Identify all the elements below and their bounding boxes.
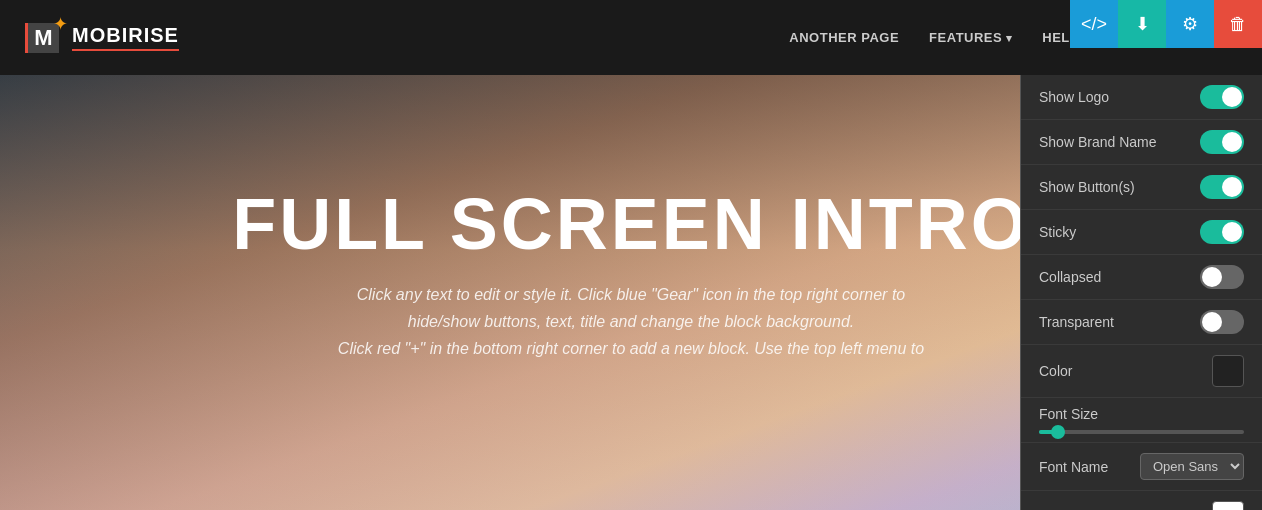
- show-buttons-label: Show Button(s): [1039, 179, 1135, 195]
- color-label: Color: [1039, 363, 1072, 379]
- font-name-select[interactable]: Open Sans Roboto Lato: [1140, 453, 1244, 480]
- logo-sun-icon: ✦: [53, 13, 68, 35]
- hero-subtitle-line1[interactable]: Click any text to edit or style it. Clic…: [357, 286, 905, 303]
- settings-sticky-row: Sticky: [1021, 210, 1262, 255]
- font-name-label: Font Name: [1039, 459, 1108, 475]
- settings-font-size-row: Font Size: [1021, 398, 1262, 443]
- collapsed-toggle-knob: [1202, 267, 1222, 287]
- download-icon: ⬇: [1135, 13, 1150, 35]
- sticky-toggle[interactable]: [1200, 220, 1244, 244]
- download-button[interactable]: ⬇: [1118, 0, 1166, 48]
- settings-show-logo-row: Show Logo: [1021, 75, 1262, 120]
- settings-panel: Show Logo Show Brand Name Show Button(s)…: [1020, 75, 1262, 510]
- color-swatch[interactable]: [1212, 355, 1244, 387]
- show-brand-label: Show Brand Name: [1039, 134, 1157, 150]
- show-logo-toggle-knob: [1222, 87, 1242, 107]
- settings-color-row: Color: [1021, 345, 1262, 398]
- logo-box: M ✦: [20, 13, 64, 63]
- toolbar: </> ⬇ ⚙ 🗑: [1070, 0, 1262, 48]
- show-logo-toggle[interactable]: [1200, 85, 1244, 109]
- font-size-thumb[interactable]: [1051, 425, 1065, 439]
- font-size-track[interactable]: [1039, 430, 1244, 434]
- brand[interactable]: M ✦ MOBIRISE: [20, 13, 179, 63]
- transparent-label: Transparent: [1039, 314, 1114, 330]
- hero-subtitle-line2[interactable]: hide/show buttons, text, title and chang…: [408, 313, 855, 330]
- settings-show-brand-row: Show Brand Name: [1021, 120, 1262, 165]
- collapsed-toggle[interactable]: [1200, 265, 1244, 289]
- brand-name: MOBIRISE: [72, 24, 179, 51]
- settings-font-name-row: Font Name Open Sans Roboto Lato: [1021, 443, 1262, 491]
- hero-title[interactable]: FULL SCREEN INTRO: [232, 183, 1030, 265]
- hero-subtitle-line3[interactable]: Click red "+" in the bottom right corner…: [338, 340, 924, 357]
- nav-features[interactable]: FEATURES: [929, 30, 1012, 45]
- delete-button[interactable]: 🗑: [1214, 0, 1262, 48]
- delete-icon: 🗑: [1229, 14, 1247, 35]
- code-button[interactable]: </>: [1070, 0, 1118, 48]
- nav-another-page[interactable]: ANOTHER PAGE: [789, 30, 899, 45]
- settings-transparent-row: Transparent: [1021, 300, 1262, 345]
- settings-font-color-row: Font Color: [1021, 491, 1262, 510]
- transparent-toggle-knob: [1202, 312, 1222, 332]
- show-buttons-toggle-knob: [1222, 177, 1242, 197]
- font-size-label: Font Size: [1039, 406, 1244, 422]
- settings-show-buttons-row: Show Button(s): [1021, 165, 1262, 210]
- transparent-toggle[interactable]: [1200, 310, 1244, 334]
- show-buttons-toggle[interactable]: [1200, 175, 1244, 199]
- settings-collapsed-row: Collapsed: [1021, 255, 1262, 300]
- navbar: M ✦ MOBIRISE ANOTHER PAGE FEATURES HELP …: [0, 0, 1262, 75]
- sticky-toggle-knob: [1222, 222, 1242, 242]
- code-icon: </>: [1081, 14, 1107, 35]
- hero-subtitle: Click any text to edit or style it. Clic…: [338, 281, 924, 363]
- show-logo-label: Show Logo: [1039, 89, 1109, 105]
- collapsed-label: Collapsed: [1039, 269, 1101, 285]
- show-brand-toggle[interactable]: [1200, 130, 1244, 154]
- sticky-label: Sticky: [1039, 224, 1076, 240]
- font-color-swatch[interactable]: [1212, 501, 1244, 510]
- show-brand-toggle-knob: [1222, 132, 1242, 152]
- gear-button[interactable]: ⚙: [1166, 0, 1214, 48]
- gear-icon: ⚙: [1182, 13, 1198, 35]
